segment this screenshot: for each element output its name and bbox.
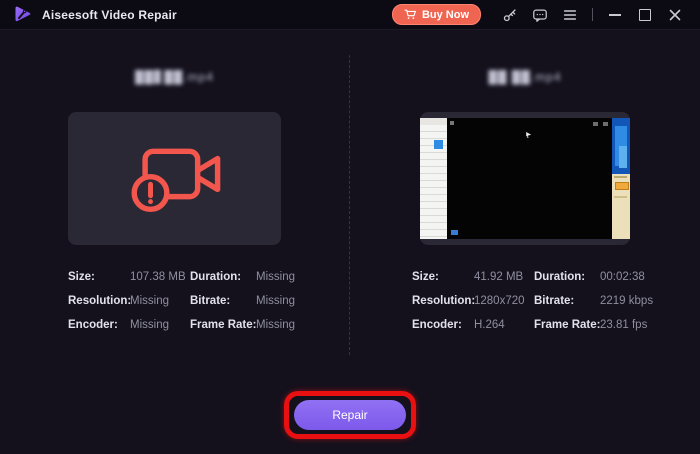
meta-value: 41.92 MB: [474, 270, 534, 284]
meta-value: Missing: [256, 294, 295, 308]
broken-video-icon: [116, 135, 234, 222]
buy-now-button[interactable]: Buy Now: [392, 4, 481, 25]
broken-file-metadata: Size: 107.38 MB Duration: Missing Resolu…: [68, 270, 293, 332]
feedback-icon[interactable]: [531, 6, 549, 24]
buy-now-label: Buy Now: [422, 9, 469, 21]
close-button[interactable]: [666, 6, 684, 24]
sample-video-thumbnail: [420, 118, 630, 239]
sample-video-preview: [420, 112, 630, 245]
app-title: Aiseesoft Video Repair: [42, 8, 177, 22]
meta-value: 107.38 MB: [130, 270, 190, 284]
meta-label: Encoder:: [412, 318, 474, 332]
sample-file-metadata: Size: 41.92 MB Duration: 00:02:38 Resolu…: [412, 270, 637, 332]
panel-divider: [349, 55, 350, 355]
meta-label: Resolution:: [412, 294, 474, 308]
meta-value: H.264: [474, 318, 534, 332]
meta-label: Frame Rate:: [190, 318, 256, 332]
meta-label: Bitrate:: [534, 294, 600, 308]
sample-file-name: ██ ██.mp4: [420, 70, 630, 86]
thumbnail-cursor: [526, 132, 531, 138]
maximize-button[interactable]: [636, 6, 654, 24]
title-bar: Aiseesoft Video Repair Buy Now: [0, 0, 700, 30]
meta-label: Size:: [68, 270, 130, 284]
meta-value: Missing: [256, 270, 295, 284]
meta-value: Missing: [256, 318, 295, 332]
repair-button[interactable]: Repair: [294, 400, 406, 430]
meta-label: Bitrate:: [190, 294, 256, 308]
meta-value: 1280x720: [474, 294, 534, 308]
thumbnail-player-area: [447, 118, 612, 239]
meta-value: 2219 kbps: [600, 294, 653, 308]
meta-label: Size:: [412, 270, 474, 284]
meta-label: Encoder:: [68, 318, 130, 332]
minimize-button[interactable]: [606, 6, 624, 24]
annotation-highlight-box: Repair: [284, 391, 416, 439]
menu-icon[interactable]: [561, 6, 579, 24]
titlebar-separator: [592, 8, 593, 21]
meta-value: Missing: [130, 318, 190, 332]
meta-value: Missing: [130, 294, 190, 308]
cart-icon: [404, 9, 417, 20]
thumbnail-desktop-strip: [612, 118, 630, 239]
meta-value: 23.81 fps: [600, 318, 653, 332]
meta-label: Frame Rate:: [534, 318, 600, 332]
meta-label: Duration:: [190, 270, 256, 284]
thumbnail-document-window: [420, 118, 447, 239]
broken-file-name: ██▊██.mp4: [68, 70, 281, 86]
app-logo-icon: [12, 4, 33, 25]
register-key-icon[interactable]: [501, 6, 519, 24]
meta-label: Resolution:: [68, 294, 130, 308]
meta-value: 00:02:38: [600, 270, 653, 284]
meta-label: Duration:: [534, 270, 600, 284]
broken-video-preview: [68, 112, 281, 245]
